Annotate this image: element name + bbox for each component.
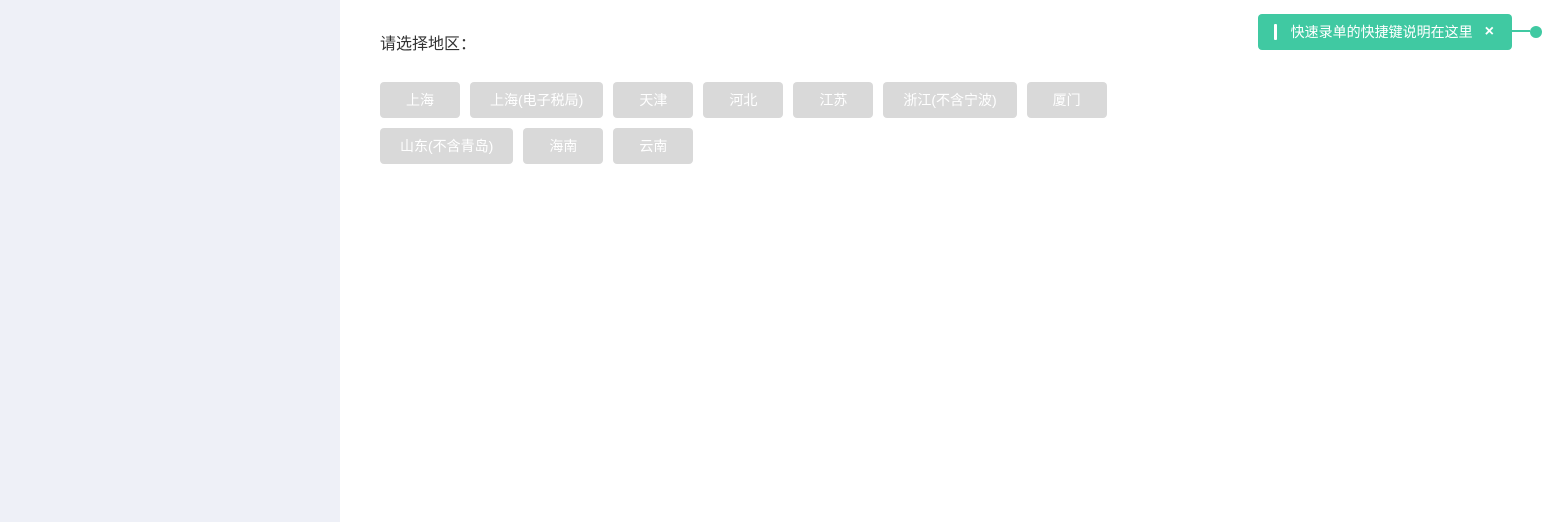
region-row-2: 山东(不含青岛) 海南 云南 <box>380 128 1522 164</box>
tooltip-connector-line <box>1510 30 1530 32</box>
btn-yunnan[interactable]: 云南 <box>613 128 693 164</box>
btn-hainan[interactable]: 海南 <box>523 128 603 164</box>
tooltip-close-button[interactable]: × <box>1483 24 1496 40</box>
btn-shanghai-etax[interactable]: 上海(电子税局) <box>470 82 603 118</box>
tooltip-indicator-dot <box>1530 26 1542 38</box>
btn-jiangsu[interactable]: 江苏 <box>793 82 873 118</box>
btn-xiamen[interactable]: 厦门 <box>1027 82 1107 118</box>
main-content: 请选择地区： 上海 上海(电子税局) 天津 河北 江苏 浙江(不含宁波) 厦门 … <box>340 0 1562 522</box>
btn-shanghai[interactable]: 上海 <box>380 82 460 118</box>
region-row-1: 上海 上海(电子税局) 天津 河北 江苏 浙江(不含宁波) 厦门 <box>380 82 1522 118</box>
sidebar <box>0 0 340 522</box>
btn-zhejiang[interactable]: 浙江(不含宁波) <box>883 82 1016 118</box>
btn-shandong[interactable]: 山东(不含青岛) <box>380 128 513 164</box>
tooltip-text: 快速录单的快捷键说明在这里 <box>1291 22 1473 42</box>
btn-hebei[interactable]: 河北 <box>703 82 783 118</box>
tooltip-banner: 快速录单的快捷键说明在这里 × <box>1258 14 1512 50</box>
btn-tianjin[interactable]: 天津 <box>613 82 693 118</box>
